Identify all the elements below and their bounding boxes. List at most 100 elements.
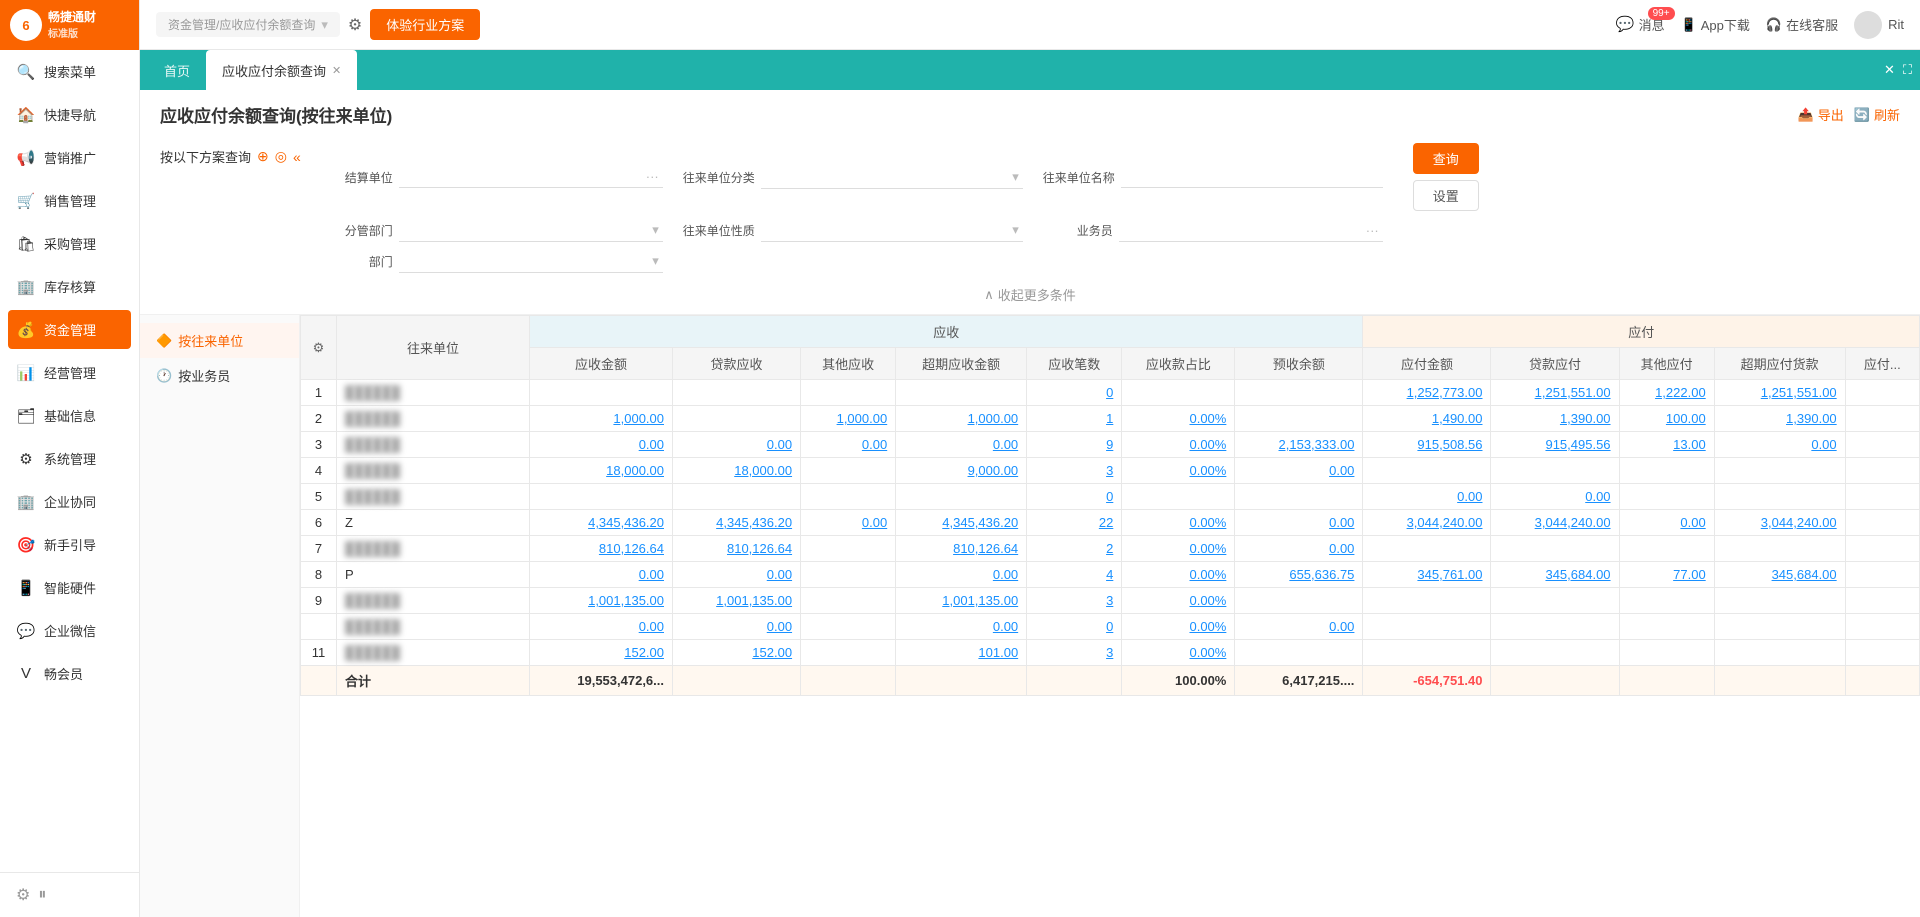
cell-link[interactable]: 0.00 — [862, 437, 887, 452]
table-cell-receivable_count[interactable]: 0 — [1027, 484, 1122, 510]
table-cell-payable_amount[interactable]: 1,252,773.00 — [1363, 380, 1491, 406]
table-cell-receivable_count[interactable]: 9 — [1027, 432, 1122, 458]
table-cell-receivable_ratio[interactable]: 0.00% — [1122, 614, 1235, 640]
table-cell-receivable_count[interactable]: 0 — [1027, 380, 1122, 406]
table-cell-loan_payable[interactable]: 3,044,240.00 — [1491, 510, 1619, 536]
cell-link[interactable]: 4,345,436.20 — [716, 515, 792, 530]
cell-link[interactable]: 3 — [1106, 593, 1113, 608]
table-cell-receivable_amount[interactable]: 810,126.64 — [529, 536, 672, 562]
table-cell-overdue_payable[interactable]: 1,390.00 — [1714, 406, 1845, 432]
cell-link[interactable]: 4,345,436.20 — [942, 515, 1018, 530]
table-cell-overdue_receivable[interactable]: 1,000.00 — [896, 406, 1027, 432]
cell-link[interactable]: 0.00% — [1189, 645, 1226, 660]
table-cell-overdue_payable[interactable]: 345,684.00 — [1714, 562, 1845, 588]
filter-partner-nature-arrow[interactable]: ▾ — [1012, 222, 1019, 238]
th-settings[interactable]: ⚙ — [301, 316, 337, 380]
sidebar-item-11[interactable]: 🎯新手引导 — [0, 523, 139, 566]
table-cell-receivable_amount[interactable]: 1,001,135.00 — [529, 588, 672, 614]
cell-link[interactable]: 345,684.00 — [1545, 567, 1610, 582]
pause-footer-icon[interactable]: ⏸ — [38, 886, 46, 904]
cell-link[interactable]: 22 — [1099, 515, 1113, 530]
tab-receivables[interactable]: 应收应付余额查询 ✕ — [206, 50, 357, 90]
table-cell-receivable_count[interactable]: 3 — [1027, 588, 1122, 614]
table-cell-receivable_count[interactable]: 4 — [1027, 562, 1122, 588]
cell-link[interactable]: 1,001,135.00 — [942, 593, 1018, 608]
table-cell-receivable_count[interactable]: 0 — [1027, 614, 1122, 640]
table-cell-overdue_receivable[interactable]: 9,000.00 — [896, 458, 1027, 484]
cell-link[interactable]: 0.00% — [1189, 411, 1226, 426]
table-cell-overdue_payable[interactable]: 0.00 — [1714, 432, 1845, 458]
cell-link[interactable]: 152.00 — [752, 645, 792, 660]
sidebar-item-1[interactable]: 🏠快捷导航 — [0, 93, 139, 136]
table-cell-receivable_amount[interactable]: 0.00 — [529, 562, 672, 588]
table-cell-other_receivable[interactable]: 0.00 — [801, 432, 896, 458]
table-cell-overdue_receivable[interactable]: 101.00 — [896, 640, 1027, 666]
table-cell-prepaid_balance[interactable]: 0.00 — [1235, 510, 1363, 536]
cell-link[interactable]: 1,000.00 — [837, 411, 888, 426]
sidebar-item-3[interactable]: 🛒销售管理 — [0, 179, 139, 222]
cell-link[interactable]: 810,126.64 — [727, 541, 792, 556]
cell-link[interactable]: 0.00% — [1189, 437, 1226, 452]
cell-link[interactable]: 0 — [1106, 619, 1113, 634]
cell-link[interactable]: 1,222.00 — [1655, 385, 1706, 400]
table-cell-other_payable[interactable]: 100.00 — [1619, 406, 1714, 432]
cell-link[interactable]: 3,044,240.00 — [1535, 515, 1611, 530]
settings-footer-icon[interactable]: ⚙ — [16, 885, 30, 905]
table-cell-payable_amount[interactable]: 3,044,240.00 — [1363, 510, 1491, 536]
tab-expand-icon[interactable]: ⛶ — [1903, 62, 1912, 78]
cell-link[interactable]: 345,761.00 — [1417, 567, 1482, 582]
table-cell-loan_receivable[interactable]: 0.00 — [673, 614, 801, 640]
cell-link[interactable]: 0.00 — [993, 619, 1018, 634]
cell-link[interactable]: 152.00 — [624, 645, 664, 660]
filter-target-icon[interactable]: ◎ — [275, 148, 287, 165]
table-cell-receivable_count[interactable]: 1 — [1027, 406, 1122, 432]
table-cell-loan_payable[interactable]: 1,390.00 — [1491, 406, 1619, 432]
table-cell-receivable_count[interactable]: 3 — [1027, 640, 1122, 666]
query-button[interactable]: 查询 — [1413, 143, 1479, 174]
cell-link[interactable]: 0.00 — [993, 567, 1018, 582]
table-cell-other_payable[interactable]: 13.00 — [1619, 432, 1714, 458]
cell-link[interactable]: 0.00 — [1329, 541, 1354, 556]
sidebar-item-4[interactable]: 🛍采购管理 — [0, 222, 139, 265]
filter-partner-name-input[interactable] — [1121, 167, 1383, 188]
cell-link[interactable]: 1,001,135.00 — [588, 593, 664, 608]
cell-link[interactable]: 1,252,773.00 — [1407, 385, 1483, 400]
cell-link[interactable]: 1,390.00 — [1560, 411, 1611, 426]
user-area[interactable]: Rit — [1854, 11, 1904, 39]
cell-link[interactable]: 0.00 — [1329, 463, 1354, 478]
cell-link[interactable]: 1,251,551.00 — [1535, 385, 1611, 400]
app-download[interactable]: 📱 App下载 — [1681, 15, 1750, 34]
cell-link[interactable]: 810,126.64 — [599, 541, 664, 556]
table-cell-overdue_receivable[interactable]: 1,001,135.00 — [896, 588, 1027, 614]
nav-item-partner[interactable]: 🔶 按往来单位 — [140, 323, 299, 358]
sidebar-item-5[interactable]: 🏢库存核算 — [0, 265, 139, 308]
table-cell-prepaid_balance[interactable]: 2,153,333.00 — [1235, 432, 1363, 458]
table-cell-other_payable[interactable]: 77.00 — [1619, 562, 1714, 588]
refresh-button[interactable]: 🔄 刷新 — [1854, 105, 1900, 124]
cell-link[interactable]: 0.00 — [1457, 489, 1482, 504]
sidebar-item-8[interactable]: 🗂基础信息 — [0, 394, 139, 437]
table-cell-overdue_payable[interactable]: 3,044,240.00 — [1714, 510, 1845, 536]
cell-link[interactable]: 810,126.64 — [953, 541, 1018, 556]
filter-partner-cat-arrow[interactable]: ▾ — [1012, 169, 1019, 185]
nav-item-salesperson[interactable]: 🕐 按业务员 — [140, 358, 299, 393]
sidebar-item-9[interactable]: ⚙系统管理 — [0, 437, 139, 480]
cell-link[interactable]: 4 — [1106, 567, 1113, 582]
table-cell-prepaid_balance[interactable]: 0.00 — [1235, 614, 1363, 640]
cell-link[interactable]: 0.00% — [1189, 463, 1226, 478]
filter-settlement-dots[interactable]: ··· — [646, 169, 659, 184]
tab-close-all-icon[interactable]: ✕ — [1884, 62, 1895, 78]
table-cell-overdue_receivable[interactable]: 4,345,436.20 — [896, 510, 1027, 536]
cell-link[interactable]: 100.00 — [1666, 411, 1706, 426]
table-cell-receivable_amount[interactable]: 4,345,436.20 — [529, 510, 672, 536]
cell-link[interactable]: 0.00 — [639, 619, 664, 634]
cell-link[interactable]: 4,345,436.20 — [588, 515, 664, 530]
cell-link[interactable]: 0.00 — [1680, 515, 1705, 530]
table-cell-loan_receivable[interactable]: 810,126.64 — [673, 536, 801, 562]
cell-link[interactable]: 9,000.00 — [968, 463, 1019, 478]
table-cell-overdue_receivable[interactable]: 0.00 — [896, 432, 1027, 458]
table-cell-prepaid_balance[interactable]: 655,636.75 — [1235, 562, 1363, 588]
cell-link[interactable]: 0.00 — [993, 437, 1018, 452]
table-cell-receivable_ratio[interactable]: 0.00% — [1122, 588, 1235, 614]
sidebar-item-13[interactable]: 💬企业微信 — [0, 609, 139, 652]
